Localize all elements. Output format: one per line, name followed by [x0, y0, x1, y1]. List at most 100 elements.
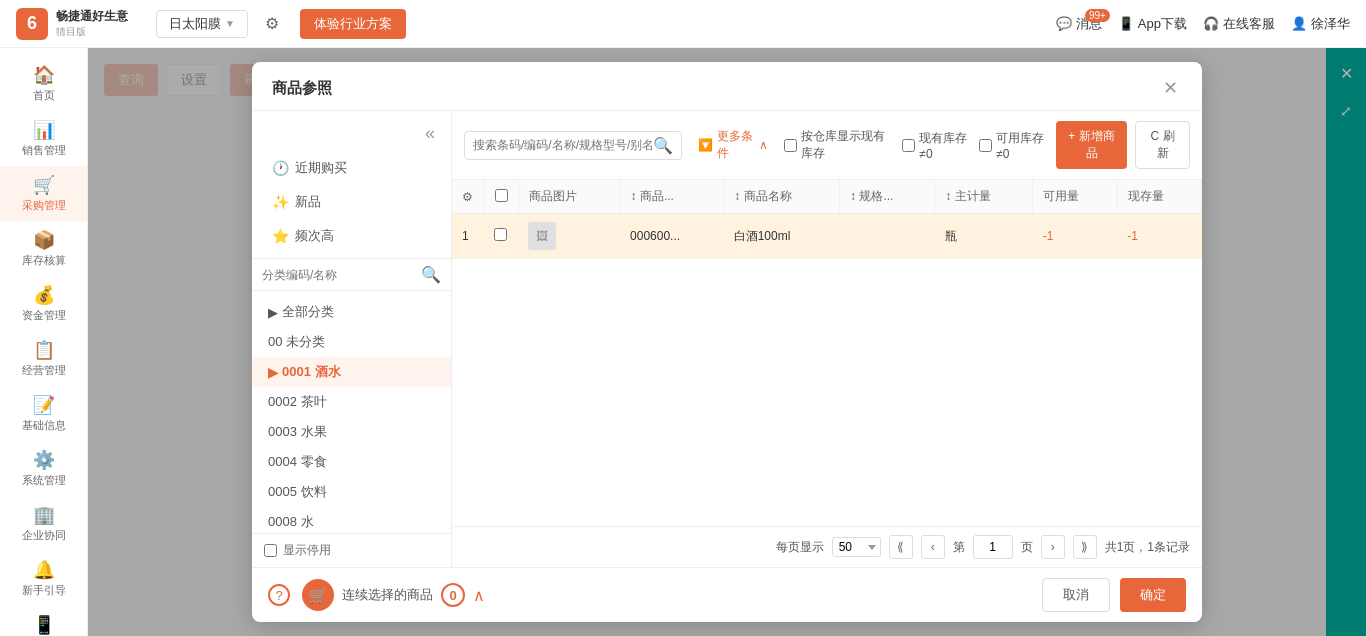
top-navbar: 6 畅捷通好生意 猜目版 日太阳膜 ▼ ⚙ 体验行业方案 💬 消息 99+ 📱 …: [0, 0, 1366, 48]
category-item-00[interactable]: 00 未分类: [252, 327, 451, 357]
settings-icon[interactable]: ⚙: [256, 8, 288, 40]
collapse-cart-button[interactable]: ∧: [473, 586, 485, 605]
col-name[interactable]: ↕ 商品名称: [724, 180, 840, 214]
row-name: 白酒100ml: [724, 214, 840, 259]
sidebar-item-enterprise[interactable]: 🏢 企业协同: [0, 496, 87, 551]
frequency-icon: ⭐: [272, 228, 289, 244]
category-item-0002[interactable]: 0002 茶叶: [252, 387, 451, 417]
product-search-input[interactable]: [473, 138, 653, 152]
sidebar-item-guide[interactable]: 🔔 新手引导: [0, 551, 87, 606]
content-area: 查询 设置 刷新 ✕ ⤢ 商品参照 ✕: [88, 48, 1366, 636]
sidebar: 🏠 首页 📊 销售管理 🛒 采购管理 📦 库存核算 💰 资金管理 📋 经营管理 …: [0, 48, 88, 636]
quick-filter-frequent[interactable]: ⭐ 频次高: [264, 222, 439, 250]
app-download-button[interactable]: 📱 App下载: [1118, 15, 1187, 33]
col-checkbox: [484, 180, 518, 214]
row-select-checkbox[interactable]: [494, 228, 507, 241]
help-icon[interactable]: ?: [268, 584, 290, 606]
prev-page-button[interactable]: ‹: [921, 535, 945, 559]
message-icon: 💬: [1056, 16, 1072, 31]
quick-filter-recent[interactable]: 🕐 近期购买: [264, 154, 439, 182]
add-product-button[interactable]: + 新增商品: [1056, 121, 1127, 169]
star-new-icon: ✨: [272, 194, 289, 210]
cancel-button[interactable]: 取消: [1042, 578, 1110, 612]
search-input-wrap: 🔍: [464, 131, 682, 160]
refresh-button[interactable]: C 刷新: [1135, 121, 1190, 169]
row-available: -1: [1033, 214, 1117, 259]
logo-text: 畅捷通好生意 猜目版: [56, 8, 128, 39]
category-item-0005[interactable]: 0005 饮料: [252, 477, 451, 507]
col-unit[interactable]: ↕ 主计量: [935, 180, 1033, 214]
dropdown-arrow-icon: ▼: [225, 18, 235, 29]
sidebar-item-finance[interactable]: 💰 资金管理: [0, 276, 87, 331]
headset-icon: 🎧: [1203, 16, 1219, 31]
category-item-0001[interactable]: ▶ 0001 酒水: [252, 357, 451, 387]
row-unit: 瓶: [935, 214, 1033, 259]
sidebar-item-purchase[interactable]: 🛒 采购管理: [0, 166, 87, 221]
collapse-left-panel-button[interactable]: «: [421, 119, 439, 148]
quick-filter-panel: « 🕐 近期购买 ✨ 新品 ⭐: [252, 111, 451, 259]
category-all[interactable]: ▶ 全部分类: [252, 297, 451, 327]
product-reference-dialog: 商品参照 ✕ « 🕐 近期购买: [252, 62, 1202, 622]
online-service-button[interactable]: 🎧 在线客服: [1203, 15, 1275, 33]
search-icon[interactable]: 🔍: [653, 136, 673, 155]
col-image: 商品图片: [518, 180, 620, 214]
has-stock-checkbox[interactable]: [902, 139, 915, 152]
sidebar-item-operation[interactable]: 📋 经营管理: [0, 331, 87, 386]
category-item-0003[interactable]: 0003 水果: [252, 417, 451, 447]
dialog-header: 商品参照 ✕: [252, 62, 1202, 111]
sidebar-item-system[interactable]: ⚙️ 系统管理: [0, 441, 87, 496]
left-panel: « 🕐 近期购买 ✨ 新品 ⭐: [252, 111, 452, 567]
col-settings[interactable]: ⚙: [452, 180, 484, 214]
sidebar-item-sales[interactable]: 📊 销售管理: [0, 111, 87, 166]
next-page-button[interactable]: ›: [1041, 535, 1065, 559]
all-expand-icon: ▶: [268, 305, 278, 320]
row-image: 🖼: [518, 214, 620, 259]
show-disabled-checkbox[interactable]: [264, 544, 277, 557]
messages-button[interactable]: 💬 消息 99+: [1056, 15, 1102, 33]
row-checkbox[interactable]: [484, 214, 518, 259]
apps-icon: 📱: [33, 614, 55, 636]
logo-icon: 6: [16, 8, 48, 40]
col-available: 可用量: [1033, 180, 1117, 214]
has-stock-label[interactable]: 现有库存≠0: [902, 130, 971, 161]
category-search-icon[interactable]: 🔍: [421, 265, 441, 284]
show-disabled-area: 显示停用: [252, 533, 451, 567]
experience-button[interactable]: 体验行业方案: [300, 9, 406, 39]
first-page-button[interactable]: ⟪: [889, 535, 913, 559]
warehouse-filter-checkbox[interactable]: [784, 139, 797, 152]
page-size-select[interactable]: 50 100 200: [832, 537, 881, 557]
confirm-button[interactable]: 确定: [1120, 578, 1186, 612]
select-all-checkbox[interactable]: [495, 189, 508, 202]
modal-overlay: 商品参照 ✕ « 🕐 近期购买: [88, 48, 1366, 636]
category-item-0004[interactable]: 0004 零食: [252, 447, 451, 477]
col-code[interactable]: ↕ 商品...: [620, 180, 724, 214]
warehouse-filter-label[interactable]: 按仓库显示现有库存: [784, 128, 894, 162]
branch-dropdown[interactable]: 日太阳膜 ▼: [156, 10, 248, 38]
sidebar-item-basic[interactable]: 📝 基础信息: [0, 386, 87, 441]
product-table-wrap: ⚙ 商品图片 ↕ 商品... ↕ 商品名称: [452, 180, 1202, 526]
cart-area: 🛒 连续选择的商品 0 ∧: [302, 579, 485, 611]
footer-buttons: 取消 确定: [1042, 578, 1186, 612]
category-search-bar: 🔍: [252, 259, 451, 291]
can-use-label[interactable]: 可用库存≠0: [979, 130, 1048, 161]
last-page-button[interactable]: ⟫: [1073, 535, 1097, 559]
sidebar-item-inventory[interactable]: 📦 库存核算: [0, 221, 87, 276]
category-item-0008[interactable]: 0008 水: [252, 507, 451, 533]
category-search-input[interactable]: [262, 268, 415, 282]
logo-area: 6 畅捷通好生意 猜目版: [16, 8, 136, 40]
can-use-checkbox[interactable]: [979, 139, 992, 152]
col-spec[interactable]: ↕ 规格...: [840, 180, 935, 214]
filter-icon: 🔽: [698, 138, 713, 152]
enterprise-icon: 🏢: [33, 504, 55, 526]
clock-icon: 🕐: [272, 160, 289, 176]
table-row[interactable]: 1 🖼 000600... 白酒100ml: [452, 214, 1202, 259]
dialog-title: 商品参照: [272, 79, 332, 98]
page-number-input[interactable]: [973, 535, 1013, 559]
more-filter-button[interactable]: 🔽 更多条件 ∧: [690, 124, 776, 166]
sidebar-item-apps[interactable]: 📱 应用中心: [0, 606, 87, 636]
user-profile[interactable]: 👤 徐泽华: [1291, 15, 1350, 33]
sidebar-item-home[interactable]: 🏠 首页: [0, 56, 87, 111]
quick-filter-new[interactable]: ✨ 新品: [264, 188, 439, 216]
dialog-close-button[interactable]: ✕: [1158, 76, 1182, 100]
purchase-icon: 🛒: [33, 174, 55, 196]
